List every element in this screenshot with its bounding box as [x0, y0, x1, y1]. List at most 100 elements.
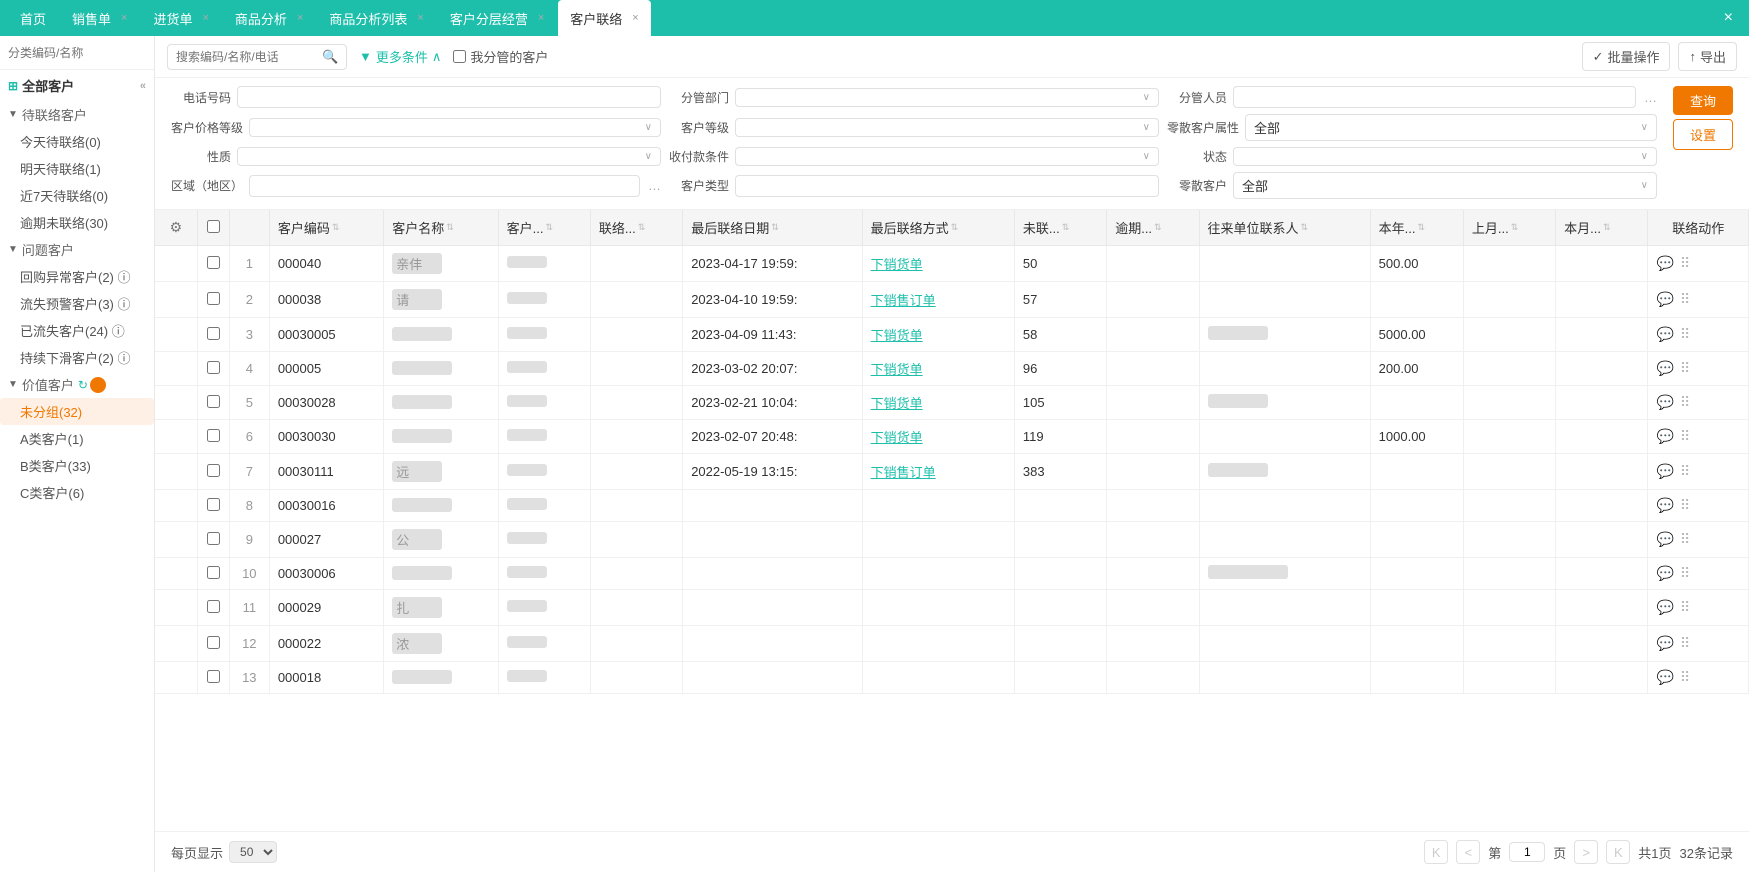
query-button[interactable]: 查询: [1673, 86, 1733, 115]
filter-select-sparse[interactable]: 全部 ∨: [1233, 172, 1657, 199]
apps-icon[interactable]: ⠿: [1680, 394, 1690, 411]
next-page-button[interactable]: >: [1574, 840, 1598, 864]
table-col-not-contacted[interactable]: 未联...⇅: [1014, 210, 1106, 246]
row-checkbox[interactable]: [207, 532, 220, 545]
contact-method-link[interactable]: 下销售订单: [871, 293, 936, 308]
row-checkbox[interactable]: [207, 670, 220, 683]
sidebar-item-order-decline[interactable]: 持续下滑客户(2) ⓘ: [0, 344, 154, 371]
chat-icon[interactable]: 💬: [1656, 360, 1673, 377]
close-tab-purchase[interactable]: ×: [202, 12, 208, 24]
filter-select-customer-level[interactable]: ∨: [735, 118, 1159, 137]
chat-icon[interactable]: 💬: [1656, 669, 1673, 686]
contact-method-link[interactable]: 下销货单: [871, 362, 923, 377]
row-checkbox[interactable]: [207, 566, 220, 579]
more-dots-region[interactable]: …: [648, 178, 661, 193]
sidebar-group-pending[interactable]: ▼ 待联络客户: [0, 101, 154, 128]
filter-input-customer-type[interactable]: [735, 175, 1159, 197]
batch-ops-button[interactable]: ✓ 批量操作: [1582, 42, 1671, 71]
filter-input-phone[interactable]: [237, 86, 661, 108]
first-page-button[interactable]: K: [1424, 840, 1448, 864]
row-checkbox[interactable]: [207, 636, 220, 649]
sidebar-item-unclassified[interactable]: 未分组(32): [0, 398, 154, 425]
table-col-code[interactable]: 客户编码⇅: [269, 210, 383, 246]
filter-select-status[interactable]: ∨: [1233, 147, 1657, 166]
apps-icon[interactable]: ⠿: [1680, 497, 1690, 514]
filter-more-conditions[interactable]: ▼ 更多条件 ∧: [359, 47, 441, 66]
chat-icon[interactable]: 💬: [1656, 394, 1673, 411]
refresh-icon[interactable]: ↻: [78, 378, 88, 392]
chat-icon[interactable]: 💬: [1656, 255, 1673, 272]
chat-icon[interactable]: 💬: [1656, 463, 1673, 480]
close-tab-sales[interactable]: ×: [121, 12, 127, 24]
filter-select-dept[interactable]: ∨: [735, 88, 1159, 107]
chat-icon[interactable]: 💬: [1656, 599, 1673, 616]
window-close-button[interactable]: ×: [1716, 9, 1741, 27]
check-all-checkbox[interactable]: [207, 220, 220, 233]
table-col-this-month[interactable]: 本月...⇅: [1556, 210, 1648, 246]
filter-select-sparse-attr[interactable]: 全部 ∨: [1245, 114, 1657, 141]
last-page-button[interactable]: K: [1606, 840, 1630, 864]
sidebar-group-problem[interactable]: ▼ 问题客户: [0, 236, 154, 263]
contact-method-link[interactable]: 下销货单: [871, 430, 923, 445]
tab-purchase[interactable]: 进货单 ×: [141, 0, 220, 36]
apps-icon[interactable]: ⠿: [1680, 326, 1690, 343]
sidebar-item-today[interactable]: 今天待联络(0): [0, 128, 154, 155]
export-button[interactable]: ↑ 导出: [1678, 42, 1737, 71]
table-col-type[interactable]: 客户...⇅: [498, 210, 590, 246]
filter-select-nature[interactable]: ∨: [237, 147, 661, 166]
tab-product-analysis-list[interactable]: 商品分析列表 ×: [317, 0, 435, 36]
filter-input-region[interactable]: [249, 175, 640, 197]
row-checkbox[interactable]: [207, 361, 220, 374]
contact-method-link[interactable]: 下销货单: [871, 257, 923, 272]
sidebar-item-overdue[interactable]: 逾期未联络(30): [0, 209, 154, 236]
sidebar-item-week[interactable]: 近7天待联络(0): [0, 182, 154, 209]
table-col-overdue[interactable]: 逾期...⇅: [1107, 210, 1199, 246]
tab-product-analysis[interactable]: 商品分析 ×: [223, 0, 315, 36]
contact-method-link[interactable]: 下销货单: [871, 328, 923, 343]
page-input[interactable]: [1509, 842, 1545, 862]
table-col-name[interactable]: 客户名称⇅: [384, 210, 498, 246]
apps-icon[interactable]: ⠿: [1680, 291, 1690, 308]
close-tab-product-analysis[interactable]: ×: [297, 12, 303, 24]
table-col-last-month[interactable]: 上月...⇅: [1463, 210, 1555, 246]
table-col-this-year[interactable]: 本年...⇅: [1370, 210, 1463, 246]
contact-method-link[interactable]: 下销售订单: [871, 465, 936, 480]
sidebar-group-value[interactable]: ▼ 价值客户 ↻: [0, 371, 154, 398]
sidebar-item-tomorrow[interactable]: 明天待联络(1): [0, 155, 154, 182]
sidebar-all-customers[interactable]: ⊞ 全部客户 «: [0, 70, 154, 101]
row-checkbox[interactable]: [207, 600, 220, 613]
row-checkbox[interactable]: [207, 464, 220, 477]
tab-home[interactable]: 首页: [8, 0, 58, 36]
chat-icon[interactable]: 💬: [1656, 531, 1673, 548]
apps-icon[interactable]: ⠿: [1680, 669, 1690, 686]
sidebar-item-a-class[interactable]: A类客户(1): [0, 425, 154, 452]
apps-icon[interactable]: ⠿: [1680, 360, 1690, 377]
row-checkbox[interactable]: [207, 292, 220, 305]
tab-sales[interactable]: 销售单 ×: [60, 0, 139, 36]
row-checkbox[interactable]: [207, 327, 220, 340]
contact-method-link[interactable]: 下销货单: [871, 396, 923, 411]
apps-icon[interactable]: ⠿: [1680, 531, 1690, 548]
tab-customer-contact[interactable]: 客户联络 ×: [558, 0, 650, 36]
apps-icon[interactable]: ⠿: [1680, 428, 1690, 445]
row-checkbox[interactable]: [207, 498, 220, 511]
table-col-last-contact-date[interactable]: 最后联络日期⇅: [683, 210, 862, 246]
more-dots-manager[interactable]: …: [1644, 90, 1657, 105]
row-checkbox[interactable]: [207, 429, 220, 442]
chat-icon[interactable]: 💬: [1656, 565, 1673, 582]
table-col-last-contact-method[interactable]: 最后联络方式⇅: [862, 210, 1014, 246]
filter-select-payment[interactable]: ∨: [735, 147, 1159, 166]
chat-icon[interactable]: 💬: [1656, 428, 1673, 445]
close-tab-customer-segment[interactable]: ×: [538, 12, 544, 24]
sidebar-item-abnormal[interactable]: 回购异常客户(2) ⓘ: [0, 263, 154, 290]
sidebar-item-b-class[interactable]: B类客户(33): [0, 452, 154, 479]
reset-button[interactable]: 设置: [1673, 119, 1733, 150]
apps-icon[interactable]: ⠿: [1680, 255, 1690, 272]
sidebar-search-input[interactable]: [8, 46, 155, 60]
close-tab-product-analysis-list[interactable]: ×: [417, 12, 423, 24]
table-col-contact[interactable]: 联络...⇅: [590, 210, 682, 246]
apps-icon[interactable]: ⠿: [1680, 463, 1690, 480]
prev-page-button[interactable]: <: [1456, 840, 1480, 864]
filter-select-price-level[interactable]: ∨: [249, 118, 661, 137]
chat-icon[interactable]: 💬: [1656, 497, 1673, 514]
